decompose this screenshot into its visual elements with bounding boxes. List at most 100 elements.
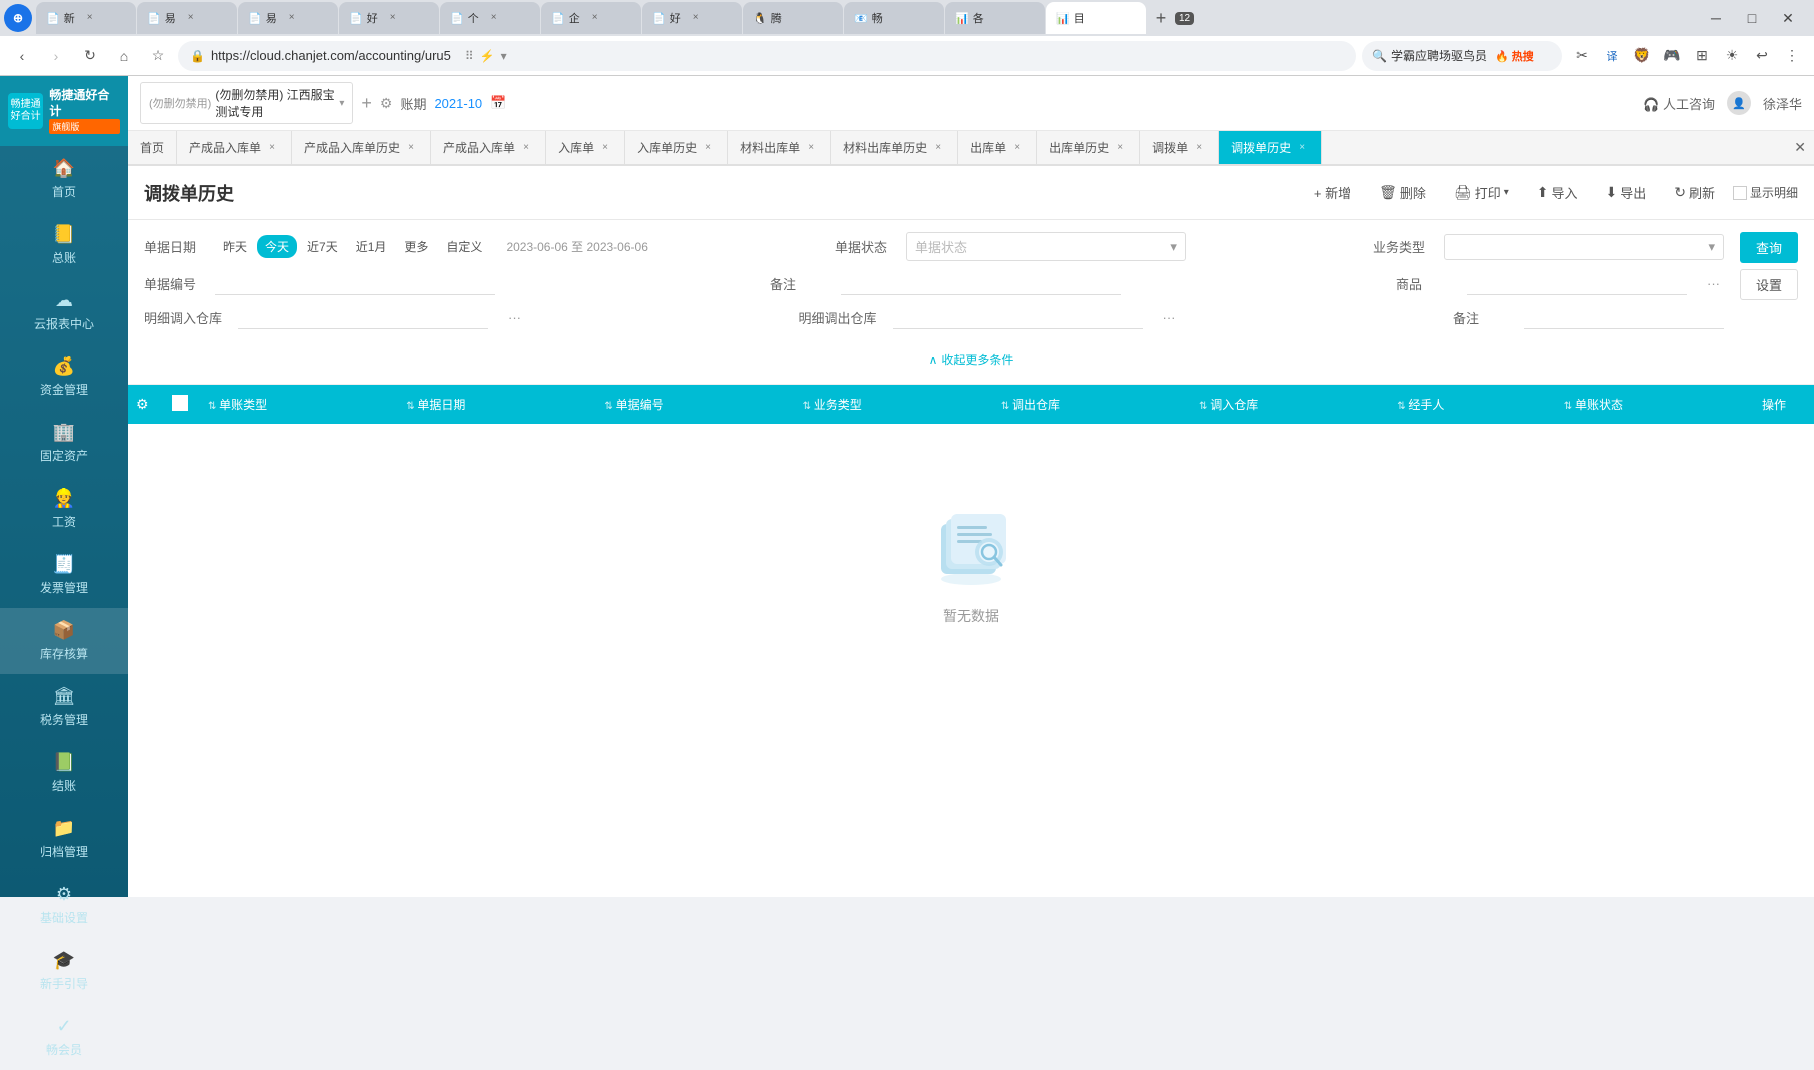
tab-transfer[interactable]: 调拨单 × bbox=[1140, 131, 1219, 164]
date-btn-more[interactable]: 更多 bbox=[396, 235, 436, 258]
import-btn[interactable]: ⬆ 导入 bbox=[1527, 178, 1588, 207]
date-btn-yesterday[interactable]: 昨天 bbox=[215, 235, 255, 258]
sidebar-item-member[interactable]: ✓ 畅会员 bbox=[0, 1004, 128, 1070]
sidebar-item-fund[interactable]: 💰 资金管理 bbox=[0, 344, 128, 410]
tab-close-6[interactable]: × bbox=[588, 11, 602, 25]
collapse-btn[interactable]: ∧ 收起更多条件 bbox=[925, 347, 1018, 372]
add-company-btn[interactable]: + bbox=[361, 93, 372, 114]
tab-4[interactable]: 📄 好 × bbox=[339, 2, 439, 34]
tab-material-out[interactable]: 材料出库单 × bbox=[728, 131, 831, 164]
game-btn[interactable]: 🎮 bbox=[1658, 42, 1686, 70]
delete-btn[interactable]: 🗑 删除 bbox=[1369, 178, 1436, 207]
settings-btn[interactable]: 设置 bbox=[1740, 269, 1798, 300]
tab-out-history[interactable]: 出库单历史 × bbox=[1037, 131, 1140, 164]
period-value[interactable]: 2021-10 bbox=[434, 96, 482, 111]
date-btn-7days[interactable]: 近7天 bbox=[299, 235, 346, 258]
tab-product-in-history[interactable]: 产成品入库单历史 × bbox=[292, 131, 431, 164]
tab-close-4[interactable]: × bbox=[386, 11, 400, 25]
tab-10[interactable]: 📊 各 bbox=[945, 2, 1045, 34]
tab-3[interactable]: 📄 易 × bbox=[238, 2, 338, 34]
back-btn[interactable]: ‹ bbox=[8, 42, 36, 70]
forward-btn[interactable]: › bbox=[42, 42, 70, 70]
checkbox-th[interactable] bbox=[172, 395, 188, 411]
tab-close-1[interactable]: × bbox=[83, 11, 97, 25]
translate-btn[interactable]: 译 bbox=[1598, 42, 1626, 70]
col-out-wh[interactable]: ⇅ 调出仓库 bbox=[993, 385, 1191, 424]
sidebar-item-wages[interactable]: 👷 工资 bbox=[0, 476, 128, 542]
detail-out-input[interactable] bbox=[893, 305, 1143, 329]
bookmark-btn[interactable]: ☆ bbox=[144, 42, 172, 70]
status-select[interactable]: 单据状态 ▾ bbox=[906, 232, 1186, 261]
tab-11[interactable]: 📊 目 bbox=[1046, 2, 1146, 34]
col-status[interactable]: ⇅ 单账状态 bbox=[1556, 385, 1754, 424]
sidebar-item-settings[interactable]: ⚙ 基础设置 bbox=[0, 872, 128, 938]
tab-close-out-history[interactable]: × bbox=[1113, 141, 1127, 155]
print-btn[interactable]: 🖨 打印 ▾ bbox=[1444, 178, 1519, 207]
url-bar[interactable]: 🔒 https://cloud.chanjet.com/accounting/u… bbox=[178, 41, 1356, 71]
col-in-wh[interactable]: ⇅ 调入仓库 bbox=[1191, 385, 1389, 424]
sidebar-item-cloud-report[interactable]: ☁ 云报表中心 bbox=[0, 278, 128, 344]
sidebar-item-tax[interactable]: 🏛 税务管理 bbox=[0, 674, 128, 740]
col-no[interactable]: ⇅ 单据编号 bbox=[596, 385, 794, 424]
close-btn[interactable]: ✕ bbox=[1774, 4, 1802, 32]
undo-btn[interactable]: ↩ bbox=[1748, 42, 1776, 70]
tab-transfer-history[interactable]: 调拨单历史 × bbox=[1219, 131, 1322, 164]
date-btn-custom[interactable]: 自定义 bbox=[438, 235, 490, 258]
maximize-btn[interactable]: □ bbox=[1738, 4, 1766, 32]
wallet-btn[interactable]: 🦁 bbox=[1628, 42, 1656, 70]
detail-in-input[interactable] bbox=[238, 305, 488, 329]
sidebar-item-guide[interactable]: 🎓 新手引导 bbox=[0, 938, 128, 1004]
order-no-input[interactable] bbox=[215, 271, 495, 295]
col-date[interactable]: ⇅ 单据日期 bbox=[398, 385, 596, 424]
tab-stock-in-history[interactable]: 入库单历史 × bbox=[625, 131, 728, 164]
tab-out[interactable]: 出库单 × bbox=[958, 131, 1037, 164]
table-check-col[interactable] bbox=[164, 385, 200, 424]
extensions-btn[interactable]: ✂ bbox=[1568, 42, 1596, 70]
tab-close-stock-in[interactable]: × bbox=[598, 141, 612, 155]
col-handler[interactable]: ⇅ 经手人 bbox=[1389, 385, 1556, 424]
goods-input[interactable] bbox=[1467, 271, 1687, 295]
tab-close-5[interactable]: × bbox=[487, 11, 501, 25]
tab-8[interactable]: 🐧 腾 bbox=[743, 2, 843, 34]
date-btn-1month[interactable]: 近1月 bbox=[348, 235, 395, 258]
tab-close-2[interactable]: × bbox=[184, 11, 198, 25]
company-settings-btn[interactable]: ⚙ bbox=[380, 95, 393, 112]
apps-btn[interactable]: ⊞ bbox=[1688, 42, 1716, 70]
sidebar-item-inventory[interactable]: 📦 库存核算 bbox=[0, 608, 128, 674]
sidebar-item-fixed-assets[interactable]: 🏢 固定资产 bbox=[0, 410, 128, 476]
service-btn[interactable]: 🎧 人工咨询 bbox=[1643, 94, 1715, 113]
tab-6[interactable]: 📄 企 × bbox=[541, 2, 641, 34]
detail-out-ellipsis[interactable]: ··· bbox=[1159, 310, 1180, 325]
date-btn-today[interactable]: 今天 bbox=[257, 235, 297, 258]
tab-product-in2[interactable]: 产成品入库单 × bbox=[431, 131, 546, 164]
tab-2[interactable]: 📄 易 × bbox=[137, 2, 237, 34]
minimize-btn[interactable]: ─ bbox=[1702, 4, 1730, 32]
user-avatar[interactable]: 👤 bbox=[1727, 91, 1751, 115]
home-btn[interactable]: ⌂ bbox=[110, 42, 138, 70]
tab-close-out[interactable]: × bbox=[1010, 141, 1024, 155]
calendar-icon[interactable]: 📅 bbox=[490, 95, 506, 111]
sidebar-item-archive[interactable]: 📁 归档管理 bbox=[0, 806, 128, 872]
tab-7[interactable]: 📄 好 × bbox=[642, 2, 742, 34]
tab-close-material-out[interactable]: × bbox=[804, 141, 818, 155]
remark-input[interactable] bbox=[841, 271, 1121, 295]
tab-product-in[interactable]: 产成品入库单 × bbox=[177, 131, 292, 164]
tab-close-product-in-history[interactable]: × bbox=[404, 141, 418, 155]
col-type[interactable]: ⇅ 单账类型 bbox=[200, 385, 398, 424]
brightness-btn[interactable]: ☀ bbox=[1718, 42, 1746, 70]
sidebar-item-home[interactable]: 🏠 首页 bbox=[0, 146, 128, 212]
new-btn[interactable]: + 新增 bbox=[1304, 178, 1361, 207]
tab-stock-in[interactable]: 入库单 × bbox=[546, 131, 625, 164]
query-btn[interactable]: 查询 bbox=[1740, 232, 1798, 263]
detail-in-ellipsis[interactable]: ··· bbox=[504, 310, 525, 325]
tab-close-transfer[interactable]: × bbox=[1192, 141, 1206, 155]
biz-type-select[interactable]: ▾ bbox=[1444, 234, 1724, 260]
tab-close-product-in[interactable]: × bbox=[265, 141, 279, 155]
sidebar-item-close-account[interactable]: 📗 结账 bbox=[0, 740, 128, 806]
reload-btn[interactable]: ↻ bbox=[76, 42, 104, 70]
tab-material-out-history[interactable]: 材料出库单历史 × bbox=[831, 131, 958, 164]
tab-9[interactable]: 📧 畅 bbox=[844, 2, 944, 34]
tab-panel-close[interactable]: ✕ bbox=[1786, 131, 1814, 164]
tab-home[interactable]: 首页 bbox=[128, 131, 177, 164]
tab-close-3[interactable]: × bbox=[285, 11, 299, 25]
